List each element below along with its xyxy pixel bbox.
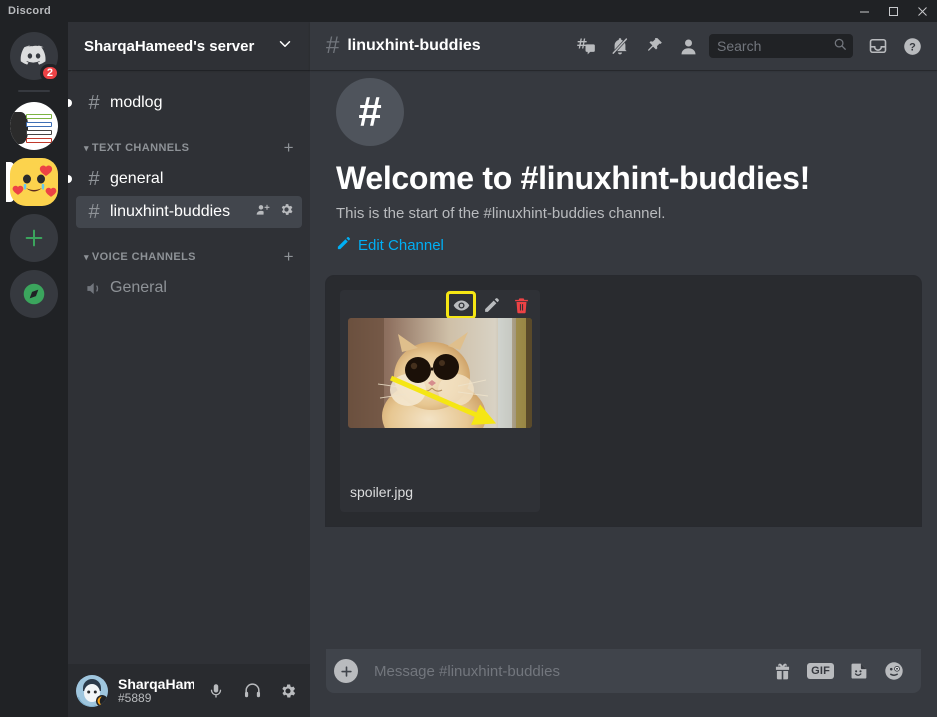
chevron-down-icon: ▾	[84, 142, 89, 153]
close-button[interactable]	[908, 0, 937, 22]
message-bar-wrap: Message #linuxhint-buddies GIF	[310, 649, 937, 717]
server-name-label: SharqaHameed's server	[84, 37, 255, 55]
edit-pencil-icon[interactable]	[478, 293, 504, 317]
help-icon[interactable]: ?	[895, 29, 929, 63]
hash-icon: #	[326, 32, 340, 59]
explore-compass-icon	[10, 270, 58, 318]
server-rail-item-explore[interactable]	[10, 270, 58, 318]
welcome-subtitle: This is the start of the #linuxhint-budd…	[336, 205, 666, 222]
microphone-icon[interactable]	[202, 677, 230, 705]
upload-attachment-button[interactable]	[334, 659, 358, 683]
channel-title: linuxhint-buddies	[347, 37, 481, 54]
sidebar-channel-modlog[interactable]: # modlog	[68, 87, 302, 119]
sticker-icon[interactable]	[848, 661, 869, 682]
message-area: # Welcome to #linuxhint-buddies! This is…	[310, 70, 937, 649]
search-placeholder: Search	[717, 38, 762, 54]
remove-trash-icon[interactable]	[508, 293, 534, 317]
message-bar: Message #linuxhint-buddies GIF	[326, 649, 921, 693]
user-avatar[interactable]	[76, 674, 108, 707]
channel-welcome: # Welcome to #linuxhint-buddies! This is…	[326, 70, 921, 256]
app-brand-label: Discord	[8, 5, 52, 17]
server-rail: 2	[0, 22, 68, 717]
gif-label: GIF	[807, 663, 834, 679]
channel-sidebar: SharqaHameed's server # modlog ▾ TEXT CH…	[68, 22, 310, 717]
channel-settings-gear-icon[interactable]	[279, 202, 294, 222]
edit-channel-link[interactable]: Edit Channel	[336, 236, 444, 255]
sidebar-channel-general[interactable]: # general	[68, 163, 302, 195]
upload-tray: spoiler.jpg	[326, 276, 921, 526]
create-invite-icon[interactable]	[255, 202, 271, 223]
gif-icon[interactable]: GIF	[807, 663, 834, 679]
server-avatar-emoji	[10, 158, 58, 206]
chevron-down-icon	[276, 35, 294, 58]
message-bar-icons: GIF	[772, 660, 905, 682]
unread-indicator	[68, 175, 72, 183]
gift-icon[interactable]	[772, 661, 793, 682]
user-discriminator-label: #5889	[118, 691, 152, 705]
emoji-icon[interactable]	[883, 660, 905, 682]
attachment-tools	[442, 290, 540, 320]
bell-off-icon[interactable]	[603, 29, 637, 63]
spoiler-eye-icon[interactable]	[446, 291, 476, 319]
user-info[interactable]: SharqaHam... #5889	[118, 676, 194, 705]
channel-name-label: linuxhint-buddies	[110, 203, 231, 220]
user-settings-gear-icon[interactable]	[274, 677, 302, 705]
category-label: TEXT CHANNELS	[91, 142, 190, 154]
user-name-label: SharqaHam...	[118, 676, 194, 692]
home-unread-badge: 2	[39, 64, 60, 82]
headphones-icon[interactable]	[238, 677, 266, 705]
upload-preview: spoiler.jpg	[326, 276, 921, 526]
server-rail-item-add-server[interactable]	[10, 214, 58, 262]
category-text-channels[interactable]: ▾ TEXT CHANNELS +	[68, 120, 310, 162]
server-rail-item-books[interactable]	[10, 102, 58, 150]
unread-indicator	[68, 99, 72, 107]
channel-list: # modlog ▾ TEXT CHANNELS + # general # l…	[68, 70, 310, 664]
sidebar-channel-voice-general[interactable]: General	[76, 272, 302, 304]
hash-icon: #	[88, 91, 100, 114]
category-label: VOICE CHANNELS	[91, 251, 196, 263]
minimize-button[interactable]	[850, 0, 879, 22]
attachment-card: spoiler.jpg	[340, 290, 540, 512]
svg-text:?: ?	[909, 41, 916, 53]
pin-icon[interactable]	[637, 29, 671, 63]
hash-icon: #	[88, 200, 100, 223]
channel-name-label: General	[110, 279, 167, 296]
search-icon	[833, 37, 847, 56]
message-input[interactable]: Message #linuxhint-buddies	[366, 663, 764, 680]
big-hash-icon: #	[336, 78, 404, 146]
chevron-down-icon: ▾	[84, 251, 89, 262]
user-panel: SharqaHam... #5889	[68, 664, 310, 717]
members-icon[interactable]	[671, 29, 705, 63]
rail-divider	[18, 90, 50, 92]
create-channel-icon[interactable]: +	[284, 138, 302, 158]
server-rail-item-home[interactable]: 2	[10, 32, 60, 82]
channel-name-label: modlog	[110, 94, 163, 111]
maximize-button[interactable]	[879, 0, 908, 22]
edit-channel-label: Edit Channel	[358, 237, 444, 254]
create-channel-icon[interactable]: +	[284, 247, 302, 267]
attachment-thumbnail[interactable]	[348, 318, 532, 428]
speaker-icon	[84, 277, 104, 300]
main-content: # linuxhint-buddies Search ? # Welcome t…	[310, 22, 937, 717]
discord-window: Discord 2 SharqaHameed's server # modlog…	[0, 0, 937, 717]
attachment-filename: spoiler.jpg	[350, 484, 414, 500]
category-voice-channels[interactable]: ▾ VOICE CHANNELS +	[68, 229, 310, 271]
hash-icon: #	[88, 167, 100, 190]
window-controls	[850, 0, 937, 22]
server-avatar-books	[10, 102, 58, 150]
add-server-plus-icon	[10, 214, 58, 262]
channel-name-label: general	[110, 170, 164, 187]
server-rail-item-emoji[interactable]	[6, 158, 58, 206]
welcome-title: Welcome to #linuxhint-buddies!	[336, 160, 810, 196]
title-bar: Discord	[0, 0, 937, 22]
channel-header: # linuxhint-buddies Search ?	[310, 22, 937, 70]
inbox-icon[interactable]	[861, 29, 895, 63]
sidebar-channel-linuxhint-buddies[interactable]: # linuxhint-buddies	[76, 196, 302, 228]
pencil-icon	[336, 236, 351, 255]
search-input[interactable]: Search	[709, 34, 853, 58]
threads-icon[interactable]	[569, 29, 603, 63]
server-header[interactable]: SharqaHameed's server	[68, 22, 310, 70]
